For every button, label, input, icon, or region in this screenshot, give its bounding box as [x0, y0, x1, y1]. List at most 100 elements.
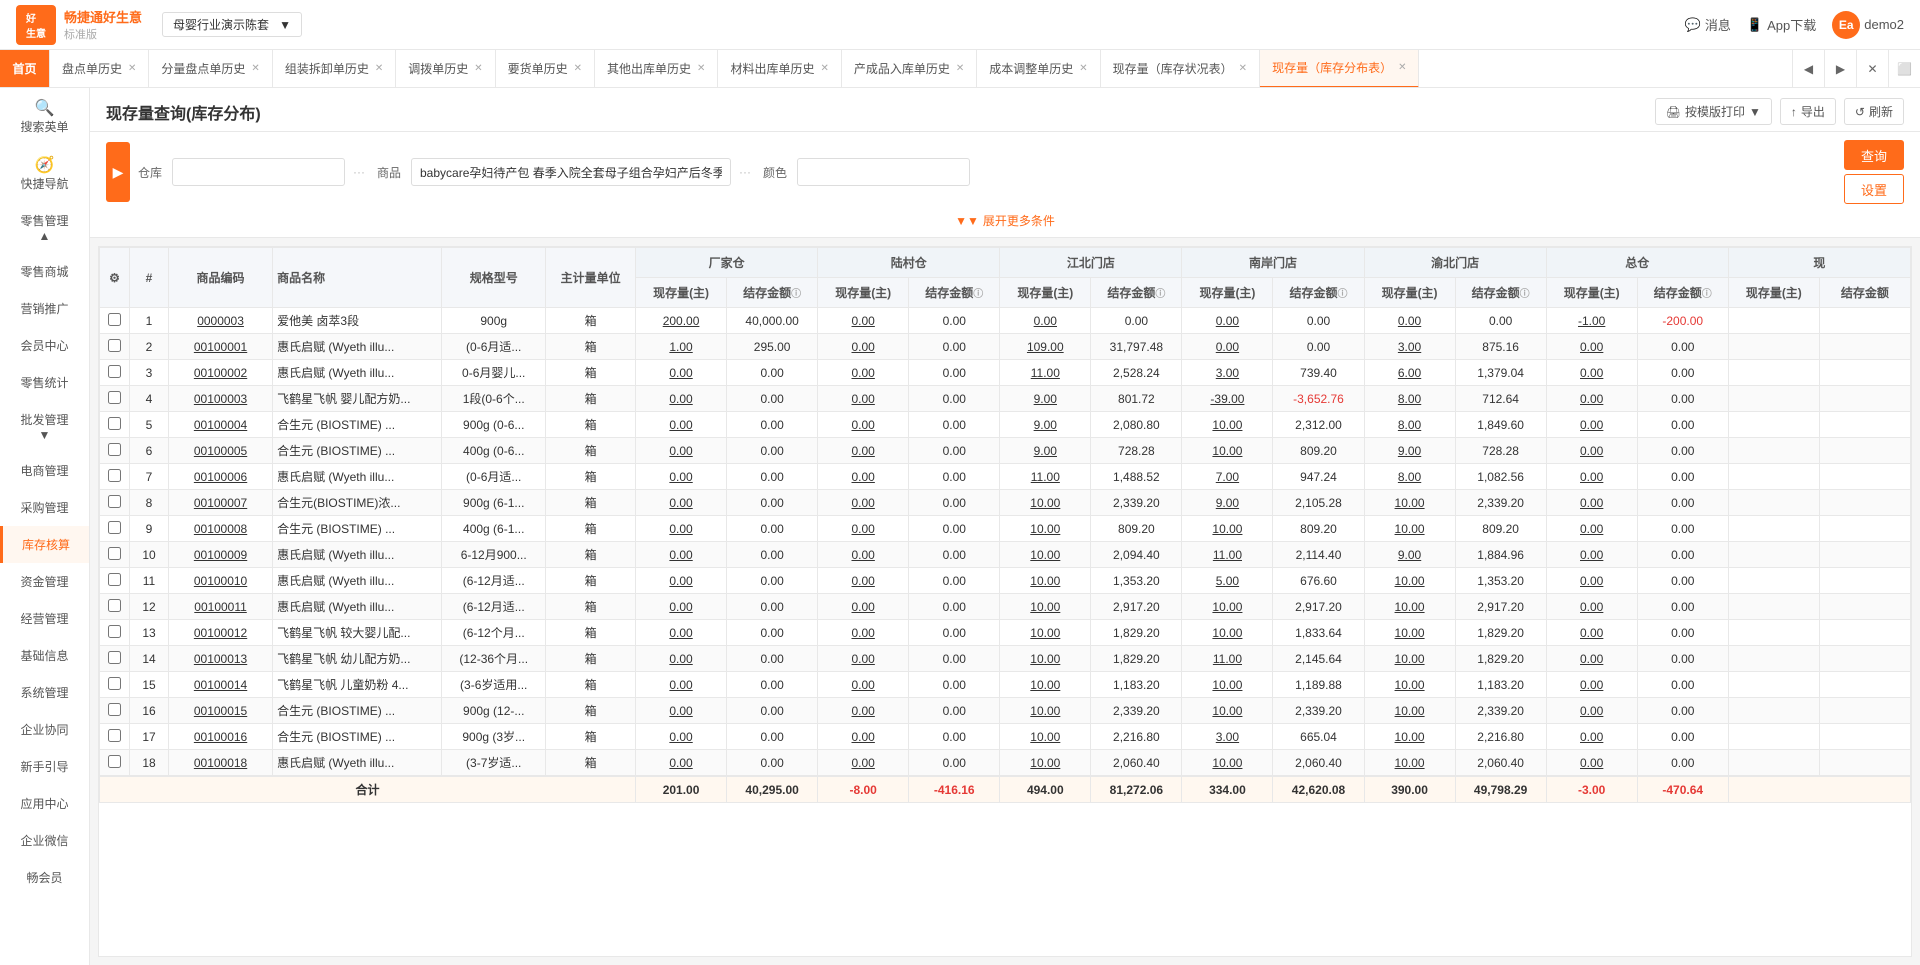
cell-total-qty[interactable]: 0.00 — [1546, 490, 1637, 516]
cell-yubei-qty[interactable]: 10.00 — [1364, 516, 1455, 542]
cell-jiangbei-qty[interactable]: 10.00 — [1000, 542, 1091, 568]
tab-stock-status[interactable]: 现存量（库存状况表） ✕ — [1101, 50, 1260, 88]
cell-total-qty[interactable]: 0.00 — [1546, 568, 1637, 594]
cell-jiangbei-qty[interactable]: 10.00 — [1000, 594, 1091, 620]
cell-lucun-qty[interactable]: 0.00 — [818, 412, 909, 438]
nav-next-btn[interactable]: ▶ — [1824, 50, 1856, 88]
sidebar-item-retail-mall[interactable]: 零售商城 — [0, 253, 89, 290]
sidebar-item-member[interactable]: 畅会员 — [0, 859, 89, 896]
cell-jiangbei-qty[interactable]: 10.00 — [1000, 620, 1091, 646]
cell-total-qty[interactable]: 0.00 — [1546, 334, 1637, 360]
sidebar-item-app-center[interactable]: 应用中心 — [0, 785, 89, 822]
cell-nanan-qty[interactable]: 10.00 — [1182, 698, 1273, 724]
info-icon[interactable]: ⓘ — [1155, 289, 1165, 300]
cell-lucun-qty[interactable]: 0.00 — [818, 620, 909, 646]
cell-nanan-qty[interactable]: 3.00 — [1182, 724, 1273, 750]
tab-home[interactable]: 首页 — [0, 50, 50, 88]
cell-checkbox[interactable] — [100, 646, 130, 672]
tab-material-out[interactable]: 材料出库单历史 ✕ — [718, 50, 841, 88]
cell-checkbox[interactable] — [100, 698, 130, 724]
cell-jiangbei-qty[interactable]: 11.00 — [1000, 360, 1091, 386]
cell-total-qty[interactable]: -1.00 — [1546, 308, 1637, 334]
info-icon[interactable]: ⓘ — [791, 289, 801, 300]
tab-other-out[interactable]: 其他出库单历史 ✕ — [595, 50, 718, 88]
cell-total-qty[interactable]: 0.00 — [1546, 698, 1637, 724]
tab-split-count[interactable]: 分量盘点单历史 ✕ — [149, 50, 272, 88]
cell-lucun-qty[interactable]: 0.00 — [818, 542, 909, 568]
cell-nanan-qty[interactable]: 10.00 — [1182, 620, 1273, 646]
close-icon[interactable]: ✕ — [1398, 62, 1406, 73]
cell-factory-qty[interactable]: 200.00 — [636, 308, 727, 334]
cell-lucun-qty[interactable]: 0.00 — [818, 672, 909, 698]
color-input[interactable] — [797, 158, 970, 186]
cell-jiangbei-qty[interactable]: 10.00 — [1000, 672, 1091, 698]
cell-jiangbei-qty[interactable]: 9.00 — [1000, 412, 1091, 438]
query-btn[interactable]: 查询 — [1844, 140, 1904, 170]
cell-factory-qty[interactable]: 0.00 — [636, 698, 727, 724]
cell-yubei-qty[interactable]: 9.00 — [1364, 542, 1455, 568]
cell-lucun-qty[interactable]: 0.00 — [818, 724, 909, 750]
cell-checkbox[interactable] — [100, 620, 130, 646]
cell-total-qty[interactable]: 0.00 — [1546, 542, 1637, 568]
cell-total-qty[interactable]: 0.00 — [1546, 724, 1637, 750]
cell-checkbox[interactable] — [100, 334, 130, 360]
cell-yubei-qty[interactable]: 9.00 — [1364, 438, 1455, 464]
cell-yubei-qty[interactable]: 10.00 — [1364, 646, 1455, 672]
cell-lucun-qty[interactable]: 0.00 — [818, 568, 909, 594]
tab-cost-adjust[interactable]: 成本调整单历史 ✕ — [977, 50, 1100, 88]
sidebar-item-member-center[interactable]: 会员中心 — [0, 327, 89, 364]
cell-yubei-qty[interactable]: 10.00 — [1364, 724, 1455, 750]
cell-checkbox[interactable] — [100, 360, 130, 386]
expand-filter-btn[interactable]: ▼▼ 展开更多条件 — [955, 212, 1055, 229]
tab-stock-dist[interactable]: 现存量（库存分布表） ✕ — [1260, 50, 1419, 88]
gear-icon[interactable]: ⚙ — [109, 271, 120, 285]
sidebar-item-inventory[interactable]: 库存核算 — [0, 526, 89, 563]
product-input[interactable] — [411, 158, 731, 186]
cell-lucun-qty[interactable]: 0.00 — [818, 334, 909, 360]
cell-jiangbei-qty[interactable]: 10.00 — [1000, 568, 1091, 594]
cell-checkbox[interactable] — [100, 594, 130, 620]
cell-total-qty[interactable]: 0.00 — [1546, 360, 1637, 386]
cell-nanan-qty[interactable]: 10.00 — [1182, 412, 1273, 438]
cell-factory-qty[interactable]: 0.00 — [636, 464, 727, 490]
cell-total-qty[interactable]: 0.00 — [1546, 412, 1637, 438]
cell-yubei-qty[interactable]: 10.00 — [1364, 672, 1455, 698]
sidebar-item-ops[interactable]: 经营管理 — [0, 600, 89, 637]
nav-maximize-btn[interactable]: ⬜ — [1888, 50, 1920, 88]
cell-jiangbei-qty[interactable]: 109.00 — [1000, 334, 1091, 360]
export-btn[interactable]: ↑ 导出 — [1780, 98, 1836, 125]
cell-lucun-qty[interactable]: 0.00 — [818, 438, 909, 464]
company-selector[interactable]: 母婴行业演示陈套 ▼ — [162, 12, 302, 37]
app-download-btn[interactable]: 📱 App下载 — [1747, 15, 1816, 34]
cell-factory-qty[interactable]: 0.00 — [636, 672, 727, 698]
cell-nanan-qty[interactable]: 0.00 — [1182, 334, 1273, 360]
cell-checkbox[interactable] — [100, 412, 130, 438]
cell-nanan-qty[interactable]: 10.00 — [1182, 438, 1273, 464]
print-btn[interactable]: 🖨 按模版打印 ▼ — [1655, 98, 1772, 125]
info-icon[interactable]: ⓘ — [1338, 289, 1348, 300]
cell-total-qty[interactable]: 0.00 — [1546, 438, 1637, 464]
cell-jiangbei-qty[interactable]: 9.00 — [1000, 438, 1091, 464]
cell-total-qty[interactable]: 0.00 — [1546, 516, 1637, 542]
cell-yubei-qty[interactable]: 8.00 — [1364, 386, 1455, 412]
cell-checkbox[interactable] — [100, 490, 130, 516]
cell-factory-qty[interactable]: 0.00 — [636, 542, 727, 568]
cell-yubei-qty[interactable]: 8.00 — [1364, 464, 1455, 490]
cell-checkbox[interactable] — [100, 724, 130, 750]
cell-factory-qty[interactable]: 0.00 — [636, 646, 727, 672]
cell-nanan-qty[interactable]: 10.00 — [1182, 594, 1273, 620]
cell-total-qty[interactable]: 0.00 — [1546, 646, 1637, 672]
cell-checkbox[interactable] — [100, 542, 130, 568]
cell-lucun-qty[interactable]: 0.00 — [818, 698, 909, 724]
cell-nanan-qty[interactable]: -39.00 — [1182, 386, 1273, 412]
th-settings[interactable]: ⚙ — [100, 248, 130, 308]
message-btn[interactable]: 💬 消息 — [1685, 15, 1731, 34]
sidebar-item-retail-stats[interactable]: 零售统计 — [0, 364, 89, 401]
cell-nanan-qty[interactable]: 11.00 — [1182, 646, 1273, 672]
cell-jiangbei-qty[interactable]: 9.00 — [1000, 386, 1091, 412]
close-icon[interactable]: ✕ — [128, 63, 136, 74]
close-icon[interactable]: ✕ — [375, 63, 383, 74]
tab-count-hist[interactable]: 盘点单历史 ✕ — [50, 50, 149, 88]
cell-nanan-qty[interactable]: 3.00 — [1182, 360, 1273, 386]
cell-checkbox[interactable] — [100, 308, 130, 334]
